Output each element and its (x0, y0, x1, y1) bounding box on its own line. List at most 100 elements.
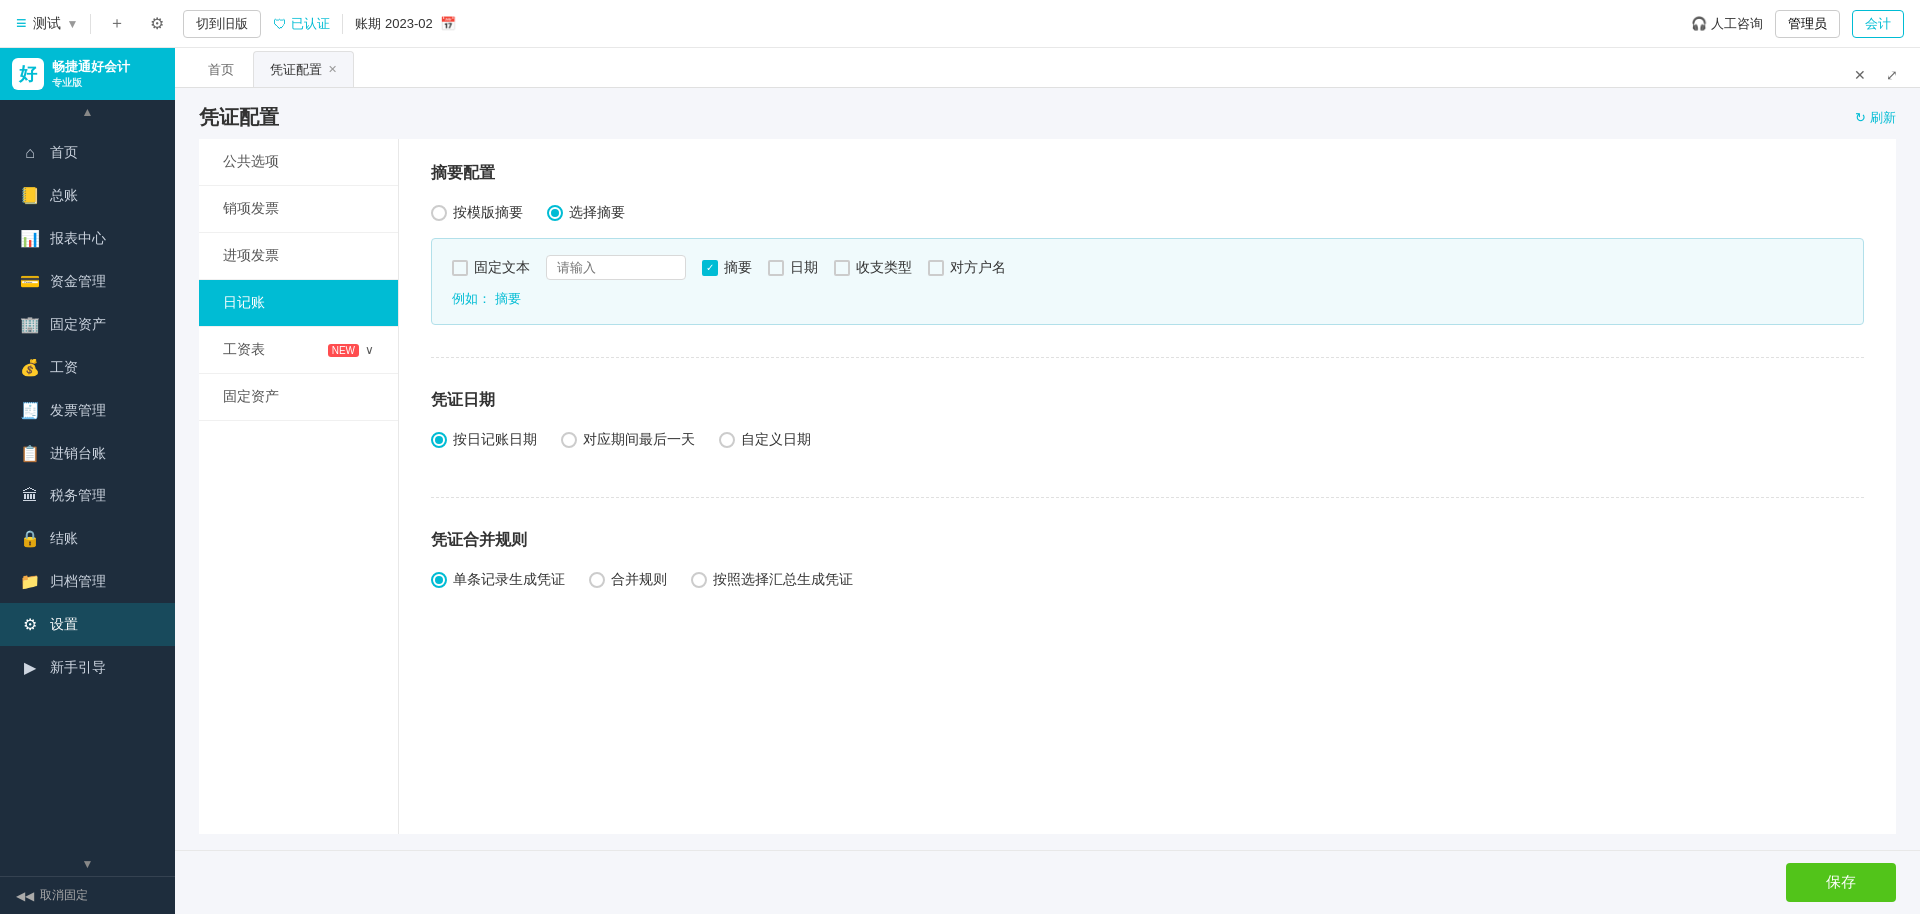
tab-voucher-config[interactable]: 凭证配置 ✕ (253, 51, 354, 87)
project-name: 测试 (33, 15, 61, 33)
sidebar-item-label: 结账 (50, 530, 78, 548)
switch-old-button[interactable]: 切到旧版 (183, 10, 261, 38)
add-button[interactable]: ＋ (103, 10, 131, 38)
radio-merge-circle (589, 572, 605, 588)
summary-section: 摘要配置 按模版摘要 选择摘要 (431, 163, 1864, 358)
cancel-fixed-button[interactable]: ◀◀ 取消固定 (0, 876, 175, 914)
radio-period-circle (561, 432, 577, 448)
config-layout: 公共选项 销项发票 进项发票 日记账 工资表 NEW (175, 139, 1920, 850)
home-icon: ⌂ (20, 144, 40, 162)
tab-home[interactable]: 首页 (191, 51, 251, 87)
topbar-divider-2 (342, 14, 343, 34)
config-nav-sales-invoice[interactable]: 销项发票 (199, 186, 398, 233)
accountant-button[interactable]: 会计 (1852, 10, 1904, 38)
fixed-text-input[interactable] (546, 255, 686, 280)
scroll-up-button[interactable]: ▲ (0, 100, 175, 124)
close-tab-button[interactable]: ✕ (1848, 63, 1872, 87)
sidebar-item-sales[interactable]: 📋 进销台账 (0, 432, 175, 475)
checkbox-summary[interactable]: 摘要 (702, 259, 752, 277)
config-nav-purchase-invoice[interactable]: 进项发票 (199, 233, 398, 280)
sidebar-item-home[interactable]: ⌂ 首页 (0, 132, 175, 174)
headphone-icon: 🎧 (1691, 16, 1707, 31)
project-selector[interactable]: ≡ 测试 ▼ (16, 13, 78, 34)
tab-close-icon[interactable]: ✕ (328, 63, 337, 76)
radio-summary-merge[interactable]: 按照选择汇总生成凭证 (691, 571, 853, 589)
date-checkbox (768, 260, 784, 276)
sidebar-item-closing[interactable]: 🔒 结账 (0, 517, 175, 560)
project-dropdown-icon[interactable]: ▼ (67, 17, 79, 31)
sidebar-item-label: 进销台账 (50, 445, 106, 463)
save-button[interactable]: 保存 (1786, 863, 1896, 902)
radio-period-last[interactable]: 对应期间最后一天 (561, 431, 695, 449)
summary-radio-group: 按模版摘要 选择摘要 (431, 204, 1864, 222)
tab-actions: ✕ ⤢ (1848, 63, 1904, 87)
summary-checkbox (702, 260, 718, 276)
logo-subtitle: 专业版 (52, 76, 130, 90)
sidebar-item-label: 资金管理 (50, 273, 106, 291)
config-nav-payroll[interactable]: 工资表 NEW ∨ (199, 327, 398, 374)
consult-button[interactable]: 🎧 人工咨询 (1691, 15, 1763, 33)
capital-icon: 💳 (20, 272, 40, 291)
radio-custom-circle (719, 432, 735, 448)
checkbox-counterpart[interactable]: 对方户名 (928, 259, 1006, 277)
topbar: ≡ 测试 ▼ ＋ ⚙ 切到旧版 🛡 已认证 账期 2023-02 📅 🎧 人工咨… (0, 0, 1920, 48)
sidebar-item-salary[interactable]: 💰 工资 (0, 346, 175, 389)
logo-title: 畅捷通好会计 (52, 58, 130, 76)
ledger-icon: 📒 (20, 186, 40, 205)
counterpart-checkbox (928, 260, 944, 276)
sidebar-item-label: 发票管理 (50, 402, 106, 420)
main-layout: 好 畅捷通好会计 专业版 ▲ ⌂ 首页 📒 总账 📊 报表中心 💳 资金管理 (0, 48, 1920, 914)
settings-nav-icon: ⚙ (20, 615, 40, 634)
refresh-button[interactable]: ↻ 刷新 (1855, 109, 1896, 127)
pin-icon: ◀◀ (16, 889, 34, 903)
period-label: 账期 (355, 16, 381, 31)
radio-template-circle (431, 205, 447, 221)
sidebar-item-label: 工资 (50, 359, 78, 377)
radio-select-summary[interactable]: 选择摘要 (547, 204, 625, 222)
sidebar-item-guide[interactable]: ▶ 新手引导 (0, 646, 175, 689)
checkbox-fixed-text[interactable]: 固定文本 (452, 259, 530, 277)
invoice-icon: 🧾 (20, 401, 40, 420)
checkbox-date[interactable]: 日期 (768, 259, 818, 277)
period-value: 2023-02 (385, 16, 433, 31)
summary-config-box: 固定文本 摘要 日期 (431, 238, 1864, 325)
sidebar-item-report[interactable]: 📊 报表中心 (0, 217, 175, 260)
radio-journal-date[interactable]: 按日记账日期 (431, 431, 537, 449)
expand-tab-button[interactable]: ⤢ (1880, 63, 1904, 87)
page-title: 凭证配置 (199, 104, 279, 131)
radio-merge-rule[interactable]: 合并规则 (589, 571, 667, 589)
checkbox-pay-type[interactable]: 收支类型 (834, 259, 912, 277)
admin-button[interactable]: 管理员 (1775, 10, 1840, 38)
sidebar-item-tax[interactable]: 🏛 税务管理 (0, 475, 175, 517)
radio-single-record[interactable]: 单条记录生成凭证 (431, 571, 565, 589)
archive-icon: 📁 (20, 572, 40, 591)
logo-icon: 好 (12, 58, 44, 90)
scroll-down-button[interactable]: ▼ (0, 852, 175, 876)
sidebar-logo: 好 畅捷通好会计 专业版 (0, 48, 175, 100)
fixed-text-checkbox (452, 260, 468, 276)
sidebar-item-capital[interactable]: 💳 资金管理 (0, 260, 175, 303)
sales-icon: 📋 (20, 444, 40, 463)
config-nav-fixed-asset[interactable]: 固定资产 (199, 374, 398, 421)
config-nav-public[interactable]: 公共选项 (199, 139, 398, 186)
topbar-divider-1 (90, 14, 91, 34)
closing-icon: 🔒 (20, 529, 40, 548)
radio-custom-date[interactable]: 自定义日期 (719, 431, 811, 449)
tab-voucher-config-label: 凭证配置 (270, 61, 322, 79)
date-radio-group: 按日记账日期 对应期间最后一天 自定义日期 (431, 431, 1864, 449)
save-area: 保存 (175, 850, 1920, 914)
sidebar-item-settings[interactable]: ⚙ 设置 (0, 603, 175, 646)
sidebar-item-asset[interactable]: 🏢 固定资产 (0, 303, 175, 346)
sidebar-item-archive[interactable]: 📁 归档管理 (0, 560, 175, 603)
config-nav-journal[interactable]: 日记账 (199, 280, 398, 327)
summary-options-row: 固定文本 摘要 日期 (452, 255, 1843, 280)
calendar-icon[interactable]: 📅 (440, 16, 456, 31)
date-section: 凭证日期 按日记账日期 对应期间最后一天 (431, 390, 1864, 498)
sidebar-item-invoice[interactable]: 🧾 发票管理 (0, 389, 175, 432)
settings-icon[interactable]: ⚙ (143, 10, 171, 38)
salary-icon: 💰 (20, 358, 40, 377)
sidebar-item-ledger[interactable]: 📒 总账 (0, 174, 175, 217)
sidebar-item-label: 首页 (50, 144, 78, 162)
radio-template-summary[interactable]: 按模版摘要 (431, 204, 523, 222)
expand-icon: ∨ (365, 343, 374, 357)
